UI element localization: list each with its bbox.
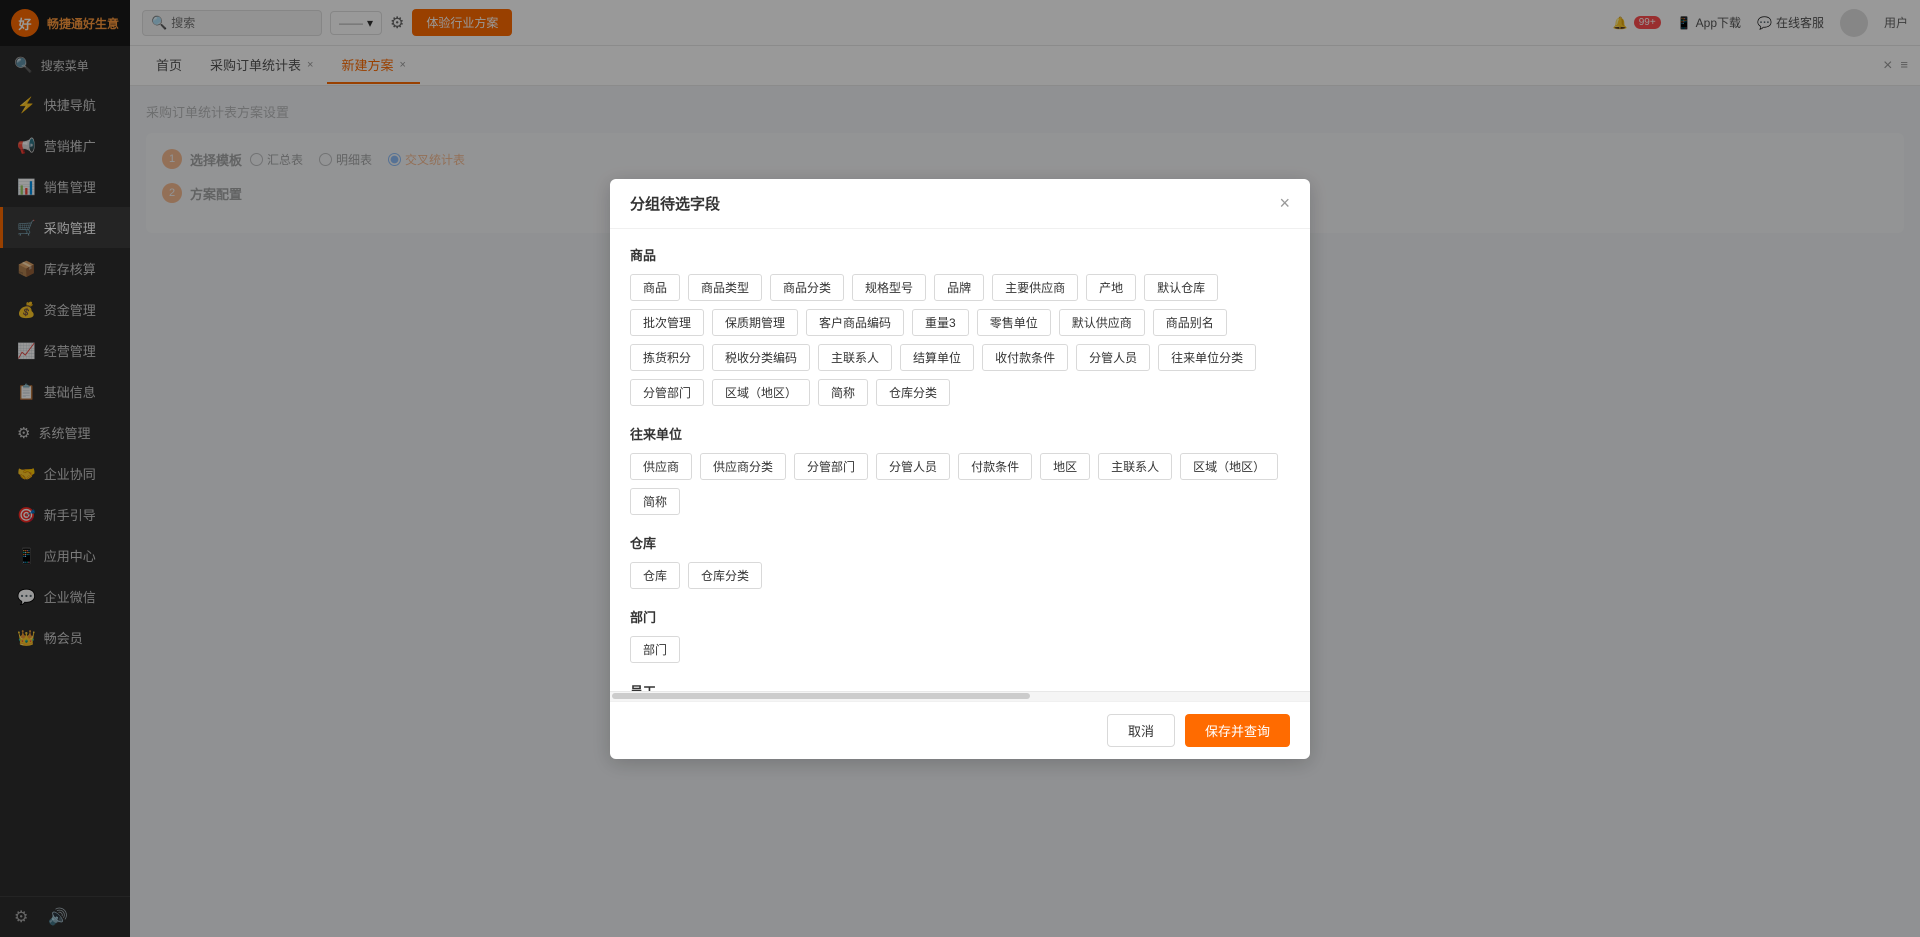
modal-title: 分组待选字段 xyxy=(630,193,720,214)
section-warehouse: 仓库 仓库仓库分类 xyxy=(630,533,1290,589)
section-partner-tags: 供应商供应商分类分管部门分管人员付款条件地区主联系人区域（地区） 简称 xyxy=(630,453,1290,515)
field-tag[interactable]: 保质期管理 xyxy=(712,309,798,336)
field-tag[interactable]: 主联系人 xyxy=(818,344,892,371)
modal-horizontal-scrollbar[interactable] xyxy=(610,691,1310,700)
field-tag[interactable]: 主联系人 xyxy=(1098,453,1172,480)
field-tag[interactable]: 产地 xyxy=(1086,274,1136,301)
field-tag[interactable]: 仓库 xyxy=(630,562,680,589)
section-partner-title: 往来单位 xyxy=(630,424,1290,443)
section-warehouse-tags: 仓库仓库分类 xyxy=(630,562,1290,589)
field-tag[interactable]: 重量3 xyxy=(912,309,969,336)
field-tag[interactable]: 区域（地区） xyxy=(1180,453,1278,480)
modal-header: 分组待选字段 × xyxy=(610,179,1310,229)
field-tag[interactable]: 往来单位分类 xyxy=(1158,344,1256,371)
field-tag[interactable]: 默认仓库 xyxy=(1144,274,1218,301)
field-tag[interactable]: 结算单位 xyxy=(900,344,974,371)
section-employee: 员工 业务员 xyxy=(630,681,1290,692)
section-department-tags: 部门 xyxy=(630,636,1290,663)
section-goods-tags: 商品商品类型商品分类规格型号品牌主要供应商产地默认仓库批次管理保质期管理客户商品… xyxy=(630,274,1290,406)
section-employee-title: 员工 xyxy=(630,681,1290,692)
field-tag[interactable]: 规格型号 xyxy=(852,274,926,301)
field-tag[interactable]: 简称 xyxy=(630,488,680,515)
modal-footer: 取消 保存并查询 xyxy=(610,701,1310,759)
field-tag[interactable]: 零售单位 xyxy=(977,309,1051,336)
field-tag[interactable]: 默认供应商 xyxy=(1059,309,1145,336)
field-tag[interactable]: 商品分类 xyxy=(770,274,844,301)
field-tag[interactable]: 区域（地区） xyxy=(712,379,810,406)
field-tag[interactable]: 分管人员 xyxy=(876,453,950,480)
section-partner: 往来单位 供应商供应商分类分管部门分管人员付款条件地区主联系人区域（地区） 简称 xyxy=(630,424,1290,515)
field-tag[interactable]: 地区 xyxy=(1040,453,1090,480)
section-department-title: 部门 xyxy=(630,607,1290,626)
field-tag[interactable]: 分管部门 xyxy=(794,453,868,480)
field-tag[interactable]: 商品 xyxy=(630,274,680,301)
field-tag[interactable]: 仓库分类 xyxy=(688,562,762,589)
field-tag[interactable]: 商品别名 xyxy=(1153,309,1227,336)
section-goods: 商品 商品商品类型商品分类规格型号品牌主要供应商产地默认仓库批次管理保质期管理客… xyxy=(630,245,1290,406)
cancel-button[interactable]: 取消 xyxy=(1107,714,1175,747)
field-tag[interactable]: 简称 xyxy=(818,379,868,406)
field-tag[interactable]: 仓库分类 xyxy=(876,379,950,406)
field-tag[interactable]: 付款条件 xyxy=(958,453,1032,480)
field-tag[interactable]: 主要供应商 xyxy=(992,274,1078,301)
field-tag[interactable]: 分管部门 xyxy=(630,379,704,406)
section-warehouse-title: 仓库 xyxy=(630,533,1290,552)
field-tag[interactable]: 部门 xyxy=(630,636,680,663)
field-tag[interactable]: 品牌 xyxy=(934,274,984,301)
modal-overlay: 分组待选字段 × 商品 商品商品类型商品分类规格型号品牌主要供应商产地默认仓库批… xyxy=(0,0,1920,937)
section-department: 部门 部门 xyxy=(630,607,1290,663)
section-goods-title: 商品 xyxy=(630,245,1290,264)
field-selection-modal: 分组待选字段 × 商品 商品商品类型商品分类规格型号品牌主要供应商产地默认仓库批… xyxy=(610,179,1310,759)
field-tag[interactable]: 商品类型 xyxy=(688,274,762,301)
field-tag[interactable]: 分管人员 xyxy=(1076,344,1150,371)
field-tag[interactable]: 客户商品编码 xyxy=(806,309,904,336)
field-tag[interactable]: 税收分类编码 xyxy=(712,344,810,371)
field-tag[interactable]: 收付款条件 xyxy=(982,344,1068,371)
field-tag[interactable]: 批次管理 xyxy=(630,309,704,336)
field-tag[interactable]: 供应商分类 xyxy=(700,453,786,480)
field-tag[interactable]: 供应商 xyxy=(630,453,692,480)
field-tag[interactable]: 拣货积分 xyxy=(630,344,704,371)
modal-body[interactable]: 商品 商品商品类型商品分类规格型号品牌主要供应商产地默认仓库批次管理保质期管理客… xyxy=(610,229,1310,692)
modal-close-button[interactable]: × xyxy=(1279,193,1290,214)
confirm-button[interactable]: 保存并查询 xyxy=(1185,714,1290,747)
